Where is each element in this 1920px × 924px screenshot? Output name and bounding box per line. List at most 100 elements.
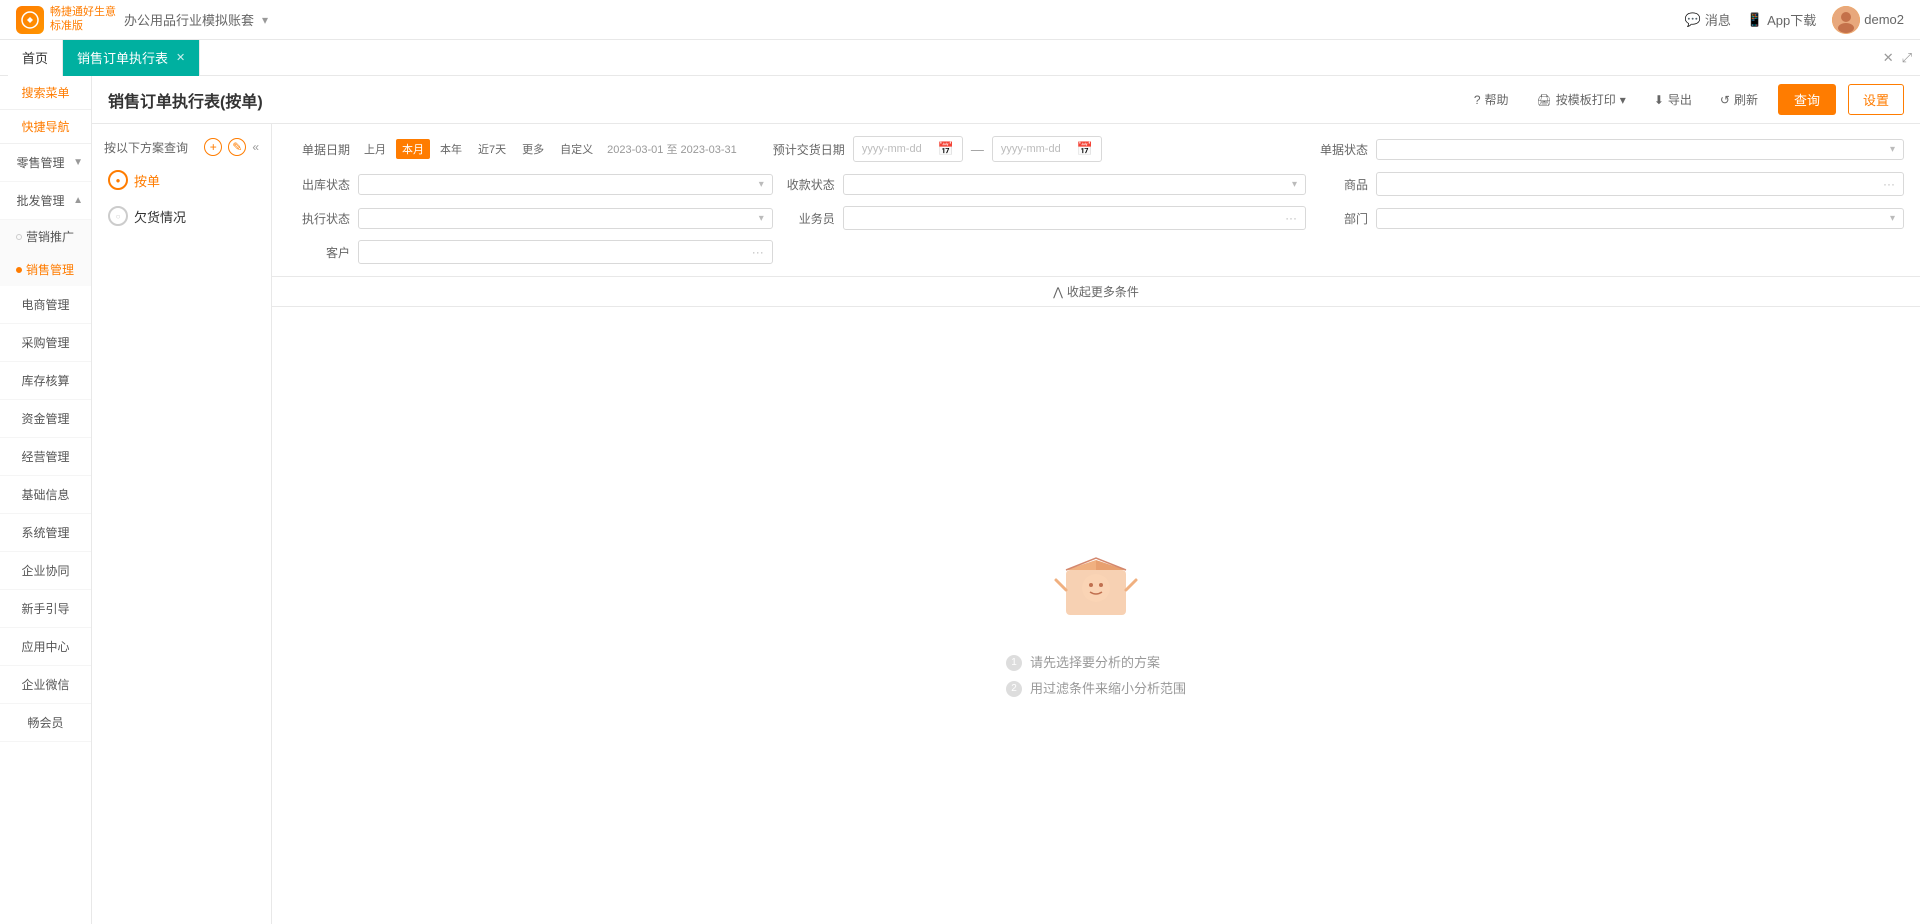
tab-home[interactable]: 首页: [8, 40, 63, 76]
add-scheme-button[interactable]: +: [204, 138, 222, 156]
date-tab-more[interactable]: 更多: [516, 139, 550, 159]
dept-arrow-icon: ▾: [1890, 213, 1895, 224]
forecast-date-range: yyyy-mm-dd 📅 — yyyy-mm-dd 📅: [853, 136, 1306, 162]
refresh-icon: ↺: [1720, 93, 1730, 107]
sidebar-item-enterprise[interactable]: 企业协同: [0, 552, 91, 590]
scheme-item-by-order[interactable]: ● 按单: [92, 162, 271, 198]
content-area: 销售订单执行表(按单) ? 帮助 🖨 按模板打印 ▾ ⬇ 导出 ↺ 刷新: [92, 76, 1920, 924]
close-window-icon[interactable]: ✕: [1883, 50, 1894, 66]
refresh-button[interactable]: ↺ 刷新: [1712, 87, 1766, 112]
order-status-select[interactable]: ▾: [1376, 139, 1904, 160]
exec-status-select[interactable]: ▾: [358, 208, 773, 229]
sidebar-item-retail[interactable]: 零售管理 ▼: [0, 144, 91, 182]
filter-goods-section: 商品 ···: [1306, 172, 1904, 196]
sales-order-tab-label: 销售订单执行表: [77, 48, 168, 67]
sidebar-item-purchase[interactable]: 采购管理: [0, 324, 91, 362]
hint-num-2: 2: [1006, 681, 1022, 697]
delivery-status-label: 出库状态: [288, 176, 358, 193]
calendar-from-icon: 📅: [938, 141, 954, 157]
avatar: [1832, 6, 1860, 34]
wholesale-arrow-icon: ▲: [73, 195, 83, 206]
tab-bar: 首页 销售订单执行表 ✕ ✕ ⤢: [0, 40, 1920, 76]
sidebar-item-wechat[interactable]: 企业微信: [0, 666, 91, 704]
sidebar-item-newbie[interactable]: 新手引导: [0, 590, 91, 628]
empty-state: 1 请先选择要分析的方案 2 用过滤条件来缩小分析范围: [272, 307, 1920, 924]
delivery-status-select[interactable]: ▾: [358, 174, 773, 195]
date-tab-7days[interactable]: 近7天: [472, 139, 512, 159]
message-action[interactable]: 💬 消息: [1685, 10, 1731, 29]
filter-customer-section: 客户 ···: [288, 240, 773, 264]
sidebar-subitem-marketing[interactable]: 营销推广: [0, 220, 91, 253]
salesperson-select[interactable]: ···: [843, 206, 1306, 230]
collapse-bar[interactable]: ⋀ 收起更多条件: [272, 277, 1920, 307]
collapse-scheme-button[interactable]: «: [252, 140, 259, 154]
forecast-date-from[interactable]: yyyy-mm-dd 📅: [853, 136, 963, 162]
date-tab-last-month[interactable]: 上月: [358, 139, 392, 159]
retail-arrow-icon: ▼: [73, 157, 83, 168]
sidebar-item-ecommerce[interactable]: 电商管理: [0, 286, 91, 324]
edit-scheme-button[interactable]: ✎: [228, 138, 246, 156]
breadcrumb-dropdown-icon[interactable]: ▾: [262, 13, 268, 27]
exec-status-label: 执行状态: [288, 210, 358, 227]
salesperson-label: 业务员: [773, 210, 843, 227]
empty-hint: 1 请先选择要分析的方案 2 用过滤条件来缩小分析范围: [1006, 650, 1186, 702]
filter-row-4: 客户 ···: [288, 240, 1904, 264]
sidebar-item-vip[interactable]: 畅会员: [0, 704, 91, 742]
print-dropdown-icon: ▾: [1620, 93, 1626, 107]
hint-num-1: 1: [1006, 655, 1022, 671]
scheme-item-shortage[interactable]: ○ 欠货情况: [92, 198, 271, 234]
goods-select[interactable]: ···: [1376, 172, 1904, 196]
sidebar-item-inventory[interactable]: 库存核算: [0, 362, 91, 400]
tab-sales-order[interactable]: 销售订单执行表 ✕: [63, 40, 200, 76]
dept-label: 部门: [1306, 210, 1376, 227]
goods-dots-icon: ···: [1883, 177, 1895, 191]
sales-dot: [16, 267, 22, 273]
logo-area: 畅捷通好生意 标准版: [16, 6, 116, 34]
username: demo2: [1864, 12, 1904, 27]
sidebar-item-wholesale[interactable]: 批发管理 ▲: [0, 182, 91, 220]
message-icon: 💬: [1685, 12, 1701, 28]
user-profile[interactable]: demo2: [1832, 6, 1904, 34]
download-icon: 📱: [1747, 12, 1763, 28]
sidebar-item-operations[interactable]: 经营管理: [0, 438, 91, 476]
query-button[interactable]: 查询: [1778, 84, 1836, 115]
date-tab-this-month[interactable]: 本月: [396, 139, 430, 159]
maximize-icon[interactable]: ⤢: [1902, 50, 1912, 66]
settings-button[interactable]: 设置: [1848, 84, 1904, 115]
dept-select[interactable]: ▾: [1376, 208, 1904, 229]
sidebar-item-apps[interactable]: 应用中心: [0, 628, 91, 666]
app-download-action[interactable]: 📱 App下载: [1747, 10, 1816, 29]
tab-close-icon[interactable]: ✕: [176, 51, 185, 64]
scheme-panel: 按以下方案查询 + ✎ « ● 按单: [92, 124, 272, 924]
header-left: 畅捷通好生意 标准版 办公用品行业模拟账套 ▾: [16, 6, 268, 34]
filter-container: 单据日期 上月 本月 本年 近7天 更多 自定义 2023-03-01 至 20…: [272, 124, 1920, 277]
print-button[interactable]: 🖨 按模板打印 ▾: [1529, 87, 1634, 112]
payment-status-select[interactable]: ▾: [843, 174, 1306, 195]
marketing-dot: [16, 234, 22, 240]
scheme-icon-primary: ●: [108, 170, 128, 190]
forecast-date-label: 预计交货日期: [773, 141, 853, 158]
home-tab-label: 首页: [22, 48, 48, 67]
customer-dots-icon: ···: [752, 245, 764, 259]
sidebar-subitem-sales[interactable]: 销售管理: [0, 253, 91, 286]
help-button[interactable]: ? 帮助: [1466, 87, 1517, 112]
sidebar-item-basic[interactable]: 基础信息: [0, 476, 91, 514]
date-tab-this-year[interactable]: 本年: [434, 139, 468, 159]
salesperson-dots-icon: ···: [1285, 211, 1297, 225]
date-tab-custom[interactable]: 自定义: [554, 139, 599, 159]
payment-status-label: 收款状态: [773, 176, 843, 193]
sidebar-quick-nav[interactable]: 快捷导航: [0, 110, 91, 144]
logo-text: 畅捷通好生意 标准版: [50, 6, 116, 32]
sidebar: 搜索菜单 快捷导航 零售管理 ▼ 批发管理 ▲ 营销推广 销售管理 电商管理 采…: [0, 76, 92, 924]
goods-label: 商品: [1306, 176, 1376, 193]
sidebar-item-system[interactable]: 系统管理: [0, 514, 91, 552]
calendar-to-icon: 📅: [1077, 141, 1093, 157]
sidebar-search[interactable]: 搜索菜单: [0, 76, 91, 110]
export-button[interactable]: ⬇ 导出: [1646, 87, 1700, 112]
header-right: 💬 消息 📱 App下载 demo2: [1685, 6, 1904, 34]
order-status-label: 单据状态: [1306, 141, 1376, 158]
forecast-date-to[interactable]: yyyy-mm-dd 📅: [992, 136, 1102, 162]
customer-select[interactable]: ···: [358, 240, 773, 264]
sidebar-item-finance[interactable]: 资金管理: [0, 400, 91, 438]
filter-order-status-section: 单据状态 ▾: [1306, 139, 1904, 160]
